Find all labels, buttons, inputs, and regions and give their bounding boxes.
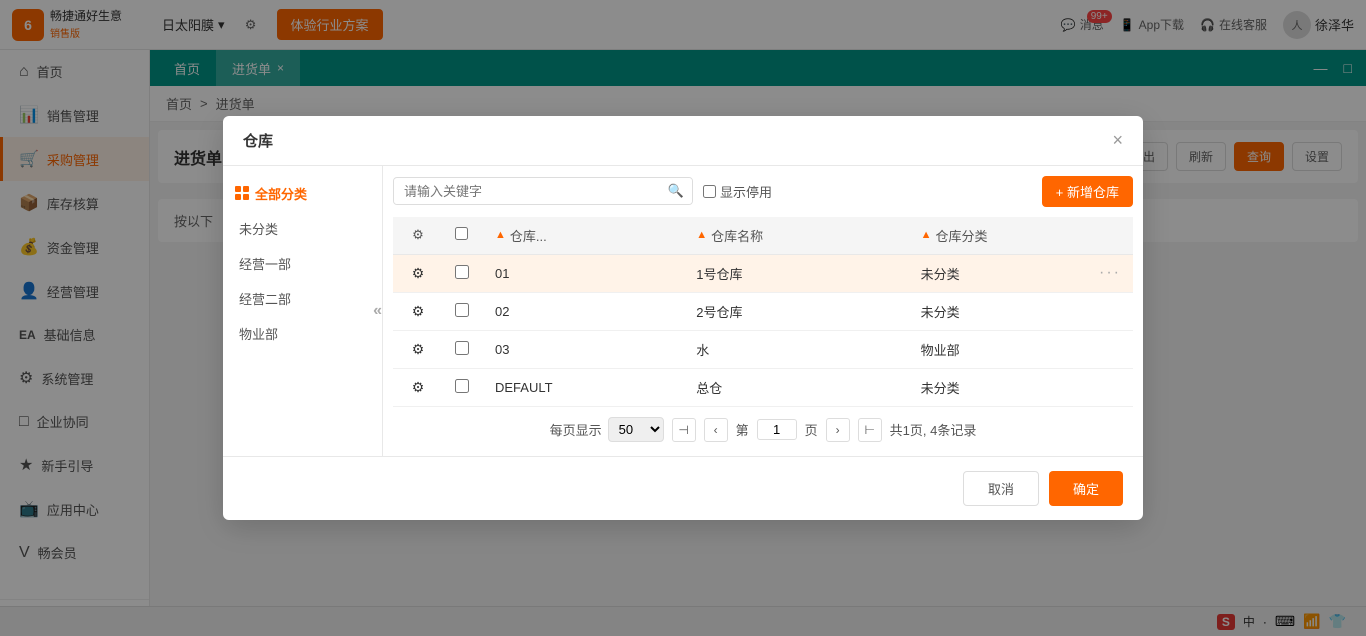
search-input[interactable] bbox=[394, 179, 660, 204]
modal-close-button[interactable]: × bbox=[1112, 131, 1123, 149]
category-item-operations1[interactable]: 经营一部 bbox=[223, 246, 382, 281]
row-category: 物业部 bbox=[909, 331, 1133, 369]
select-all-checkbox[interactable] bbox=[455, 227, 468, 240]
row-checkbox[interactable] bbox=[455, 379, 469, 393]
table-toolbar: 🔍 显示停用 + 新增仓库 bbox=[393, 176, 1133, 207]
row-name: 总仓 bbox=[684, 369, 908, 407]
th-gear: ⚙ bbox=[393, 217, 443, 255]
row-category: 未分类 bbox=[909, 293, 1133, 331]
prev-page-button[interactable]: ‹ bbox=[704, 418, 728, 442]
table-header-row: ⚙ ▲ 仓库... bbox=[393, 217, 1133, 255]
table-container: ⚙ ▲ 仓库... bbox=[393, 217, 1133, 408]
warehouse-modal: 仓库 × 全部分类 « 未分类 经营一部 经营二部 bbox=[223, 116, 1143, 521]
show-disabled-wrap: 显示停用 bbox=[703, 182, 772, 201]
table-panel: 🔍 显示停用 + 新增仓库 ⚙ bbox=[383, 166, 1143, 457]
collapse-panel-icon[interactable]: « bbox=[373, 302, 382, 320]
modal-title: 仓库 bbox=[243, 130, 273, 151]
add-warehouse-button[interactable]: + 新增仓库 bbox=[1042, 176, 1133, 207]
sort-icon-name: ▲ bbox=[696, 229, 707, 241]
row-checkbox-cell[interactable] bbox=[443, 293, 483, 331]
row-code: 02 bbox=[483, 293, 684, 331]
row-name: 水 bbox=[684, 331, 908, 369]
th-name[interactable]: ▲ 仓库名称 bbox=[684, 217, 908, 255]
table-row[interactable]: ⚙ 02 2号仓库 未分类 bbox=[393, 293, 1133, 331]
page-label: 第 bbox=[736, 420, 749, 439]
row-actions[interactable]: ··· bbox=[1099, 264, 1121, 282]
category-panel: 全部分类 « 未分类 经营一部 经营二部 物业部 bbox=[223, 166, 383, 457]
row-name: 1号仓库 bbox=[684, 254, 908, 293]
category-item-operations2[interactable]: 经营二部 bbox=[223, 281, 382, 316]
per-page-label: 每页显示 bbox=[550, 420, 602, 439]
row-gear-cell: ⚙ bbox=[393, 369, 443, 407]
row-checkbox-cell[interactable] bbox=[443, 331, 483, 369]
per-page-select: 每页显示 50 20 100 bbox=[550, 417, 664, 442]
gear-header-icon[interactable]: ⚙ bbox=[412, 227, 424, 242]
row-checkbox-cell[interactable] bbox=[443, 369, 483, 407]
row-checkbox[interactable] bbox=[455, 265, 469, 279]
category-item-uncategorized[interactable]: 未分类 bbox=[223, 211, 382, 246]
row-name: 2号仓库 bbox=[684, 293, 908, 331]
th-category[interactable]: ▲ 仓库分类 bbox=[909, 217, 1133, 255]
row-checkbox[interactable] bbox=[455, 341, 469, 355]
show-disabled-checkbox[interactable] bbox=[703, 185, 716, 198]
search-icon[interactable]: 🔍 bbox=[660, 178, 692, 204]
pagination-bar: 每页显示 50 20 100 ⊣ ‹ 第 页 › ⊢ 共1页, 4条记录 bbox=[393, 407, 1133, 446]
grid-icon bbox=[235, 186, 249, 200]
th-checkbox bbox=[443, 217, 483, 255]
confirm-button[interactable]: 确定 bbox=[1049, 471, 1123, 506]
row-category: 未分类··· bbox=[909, 255, 1133, 293]
row-code: 03 bbox=[483, 331, 684, 369]
modal-backdrop[interactable]: 仓库 × 全部分类 « 未分类 经营一部 经营二部 bbox=[0, 0, 1366, 636]
row-gear-cell: ⚙ bbox=[393, 331, 443, 369]
table-row[interactable]: ⚙ 01 1号仓库 未分类··· bbox=[393, 254, 1133, 293]
th-code[interactable]: ▲ 仓库... bbox=[483, 217, 684, 255]
next-page-button[interactable]: › bbox=[826, 418, 850, 442]
search-wrap: 🔍 bbox=[393, 177, 693, 205]
table-row[interactable]: ⚙ DEFAULT 总仓 未分类 bbox=[393, 369, 1133, 407]
row-code: 01 bbox=[483, 254, 684, 293]
table-row[interactable]: ⚙ 03 水 物业部 bbox=[393, 331, 1133, 369]
first-page-button[interactable]: ⊣ bbox=[672, 418, 696, 442]
page-unit: 页 bbox=[805, 420, 818, 439]
warehouse-table: ⚙ ▲ 仓库... bbox=[393, 217, 1133, 408]
per-page-dropdown[interactable]: 50 20 100 bbox=[608, 417, 664, 442]
page-number-input[interactable] bbox=[757, 419, 797, 440]
row-gear-cell: ⚙ bbox=[393, 293, 443, 331]
modal-header: 仓库 × bbox=[223, 116, 1143, 166]
all-category-label: 全部分类 bbox=[255, 184, 307, 203]
last-page-button[interactable]: ⊢ bbox=[858, 418, 882, 442]
sort-icon-code: ▲ bbox=[495, 229, 506, 241]
row-gear-cell: ⚙ bbox=[393, 254, 443, 293]
modal-body: 全部分类 « 未分类 经营一部 经营二部 物业部 🔍 bbox=[223, 166, 1143, 457]
category-item-property[interactable]: 物业部 bbox=[223, 316, 382, 351]
modal-footer: 取消 确定 bbox=[223, 456, 1143, 520]
all-category-item[interactable]: 全部分类 « bbox=[223, 176, 382, 211]
show-disabled-label: 显示停用 bbox=[720, 182, 772, 201]
row-checkbox[interactable] bbox=[455, 303, 469, 317]
row-category: 未分类 bbox=[909, 369, 1133, 407]
sort-icon-category: ▲ bbox=[921, 229, 932, 241]
total-info: 共1页, 4条记录 bbox=[890, 420, 977, 439]
cancel-button[interactable]: 取消 bbox=[963, 471, 1039, 506]
row-code: DEFAULT bbox=[483, 369, 684, 407]
row-checkbox-cell[interactable] bbox=[443, 254, 483, 293]
